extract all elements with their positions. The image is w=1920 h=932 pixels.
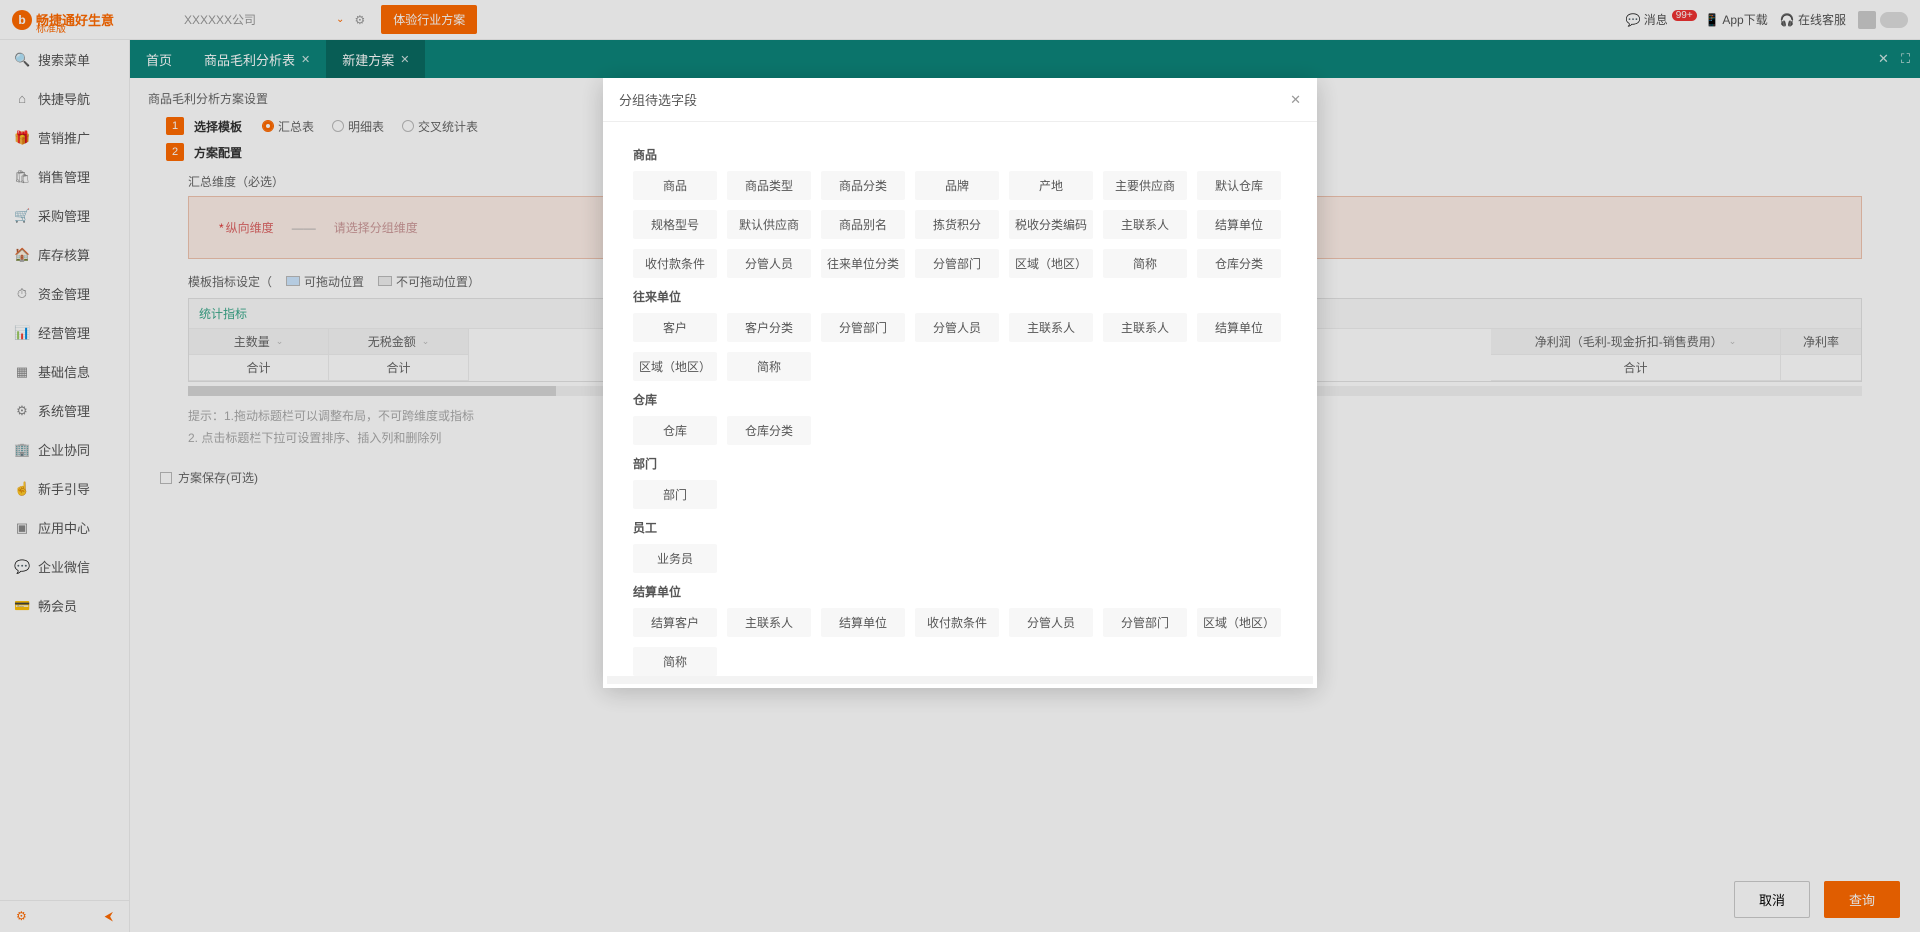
field-chip[interactable]: 商品分类 xyxy=(821,171,905,200)
field-chip[interactable]: 结算单位 xyxy=(1197,313,1281,342)
field-group-title: 仓库 xyxy=(633,391,1297,408)
field-chip[interactable]: 主联系人 xyxy=(1103,210,1187,239)
field-group-title: 商品 xyxy=(633,146,1297,163)
field-chip[interactable]: 分管人员 xyxy=(1009,608,1093,637)
field-chip[interactable]: 客户分类 xyxy=(727,313,811,342)
field-chip[interactable]: 区域（地区） xyxy=(1197,608,1281,637)
field-chip[interactable]: 仓库 xyxy=(633,416,717,445)
modal-body: 商品商品商品类型商品分类品牌产地主要供应商默认仓库规格型号默认供应商商品别名拣货… xyxy=(603,122,1317,676)
field-chip[interactable]: 产地 xyxy=(1009,171,1093,200)
field-chip[interactable]: 收付款条件 xyxy=(915,608,999,637)
field-chip[interactable]: 主联系人 xyxy=(1009,313,1093,342)
field-chip[interactable]: 分管部门 xyxy=(915,249,999,278)
field-chip[interactable]: 往来单位分类 xyxy=(821,249,905,278)
field-chip[interactable]: 默认供应商 xyxy=(727,210,811,239)
field-chip[interactable]: 品牌 xyxy=(915,171,999,200)
field-chip[interactable]: 客户 xyxy=(633,313,717,342)
field-chip[interactable]: 仓库分类 xyxy=(727,416,811,445)
field-chip[interactable]: 默认仓库 xyxy=(1197,171,1281,200)
modal-mask: 分组待选字段 ✕ 商品商品商品类型商品分类品牌产地主要供应商默认仓库规格型号默认… xyxy=(0,0,1920,932)
field-chip-row: 部门 xyxy=(633,480,1297,509)
field-chip[interactable]: 商品 xyxy=(633,171,717,200)
field-chip[interactable]: 税收分类编码 xyxy=(1009,210,1093,239)
field-chip[interactable]: 收付款条件 xyxy=(633,249,717,278)
field-chip[interactable]: 结算单位 xyxy=(821,608,905,637)
field-chip[interactable]: 主联系人 xyxy=(727,608,811,637)
field-chip[interactable]: 主联系人 xyxy=(1103,313,1187,342)
field-picker-modal: 分组待选字段 ✕ 商品商品商品类型商品分类品牌产地主要供应商默认仓库规格型号默认… xyxy=(603,78,1317,688)
field-chip[interactable]: 分管部门 xyxy=(821,313,905,342)
modal-title: 分组待选字段 xyxy=(619,90,697,109)
field-chip[interactable]: 仓库分类 xyxy=(1197,249,1281,278)
field-chip[interactable]: 区域（地区） xyxy=(1009,249,1093,278)
field-chip-row: 客户客户分类分管部门分管人员主联系人主联系人结算单位区域（地区）简称 xyxy=(633,313,1297,381)
modal-close-icon[interactable]: ✕ xyxy=(1290,92,1301,108)
field-chip[interactable]: 商品别名 xyxy=(821,210,905,239)
field-chip[interactable]: 分管人员 xyxy=(727,249,811,278)
field-chip[interactable]: 分管人员 xyxy=(915,313,999,342)
modal-bottom-scroll[interactable] xyxy=(607,676,1313,684)
field-group-title: 员工 xyxy=(633,519,1297,536)
field-chip[interactable]: 结算单位 xyxy=(1197,210,1281,239)
field-chip-row: 商品商品类型商品分类品牌产地主要供应商默认仓库规格型号默认供应商商品别名拣货积分… xyxy=(633,171,1297,278)
field-chip[interactable]: 结算客户 xyxy=(633,608,717,637)
field-chip[interactable]: 区域（地区） xyxy=(633,352,717,381)
field-group-title: 往来单位 xyxy=(633,288,1297,305)
modal-header: 分组待选字段 ✕ xyxy=(603,78,1317,122)
field-chip[interactable]: 商品类型 xyxy=(727,171,811,200)
field-chip[interactable]: 简称 xyxy=(727,352,811,381)
field-chip[interactable]: 部门 xyxy=(633,480,717,509)
field-chip-row: 结算客户主联系人结算单位收付款条件分管人员分管部门区域（地区） 简称 xyxy=(633,608,1297,676)
field-group-title: 结算单位 xyxy=(633,583,1297,600)
field-chip[interactable]: 规格型号 xyxy=(633,210,717,239)
field-chip-row: 业务员 xyxy=(633,544,1297,573)
field-chip[interactable]: 拣货积分 xyxy=(915,210,999,239)
field-chip[interactable]: 简称 xyxy=(1103,249,1187,278)
field-chip[interactable]: 主要供应商 xyxy=(1103,171,1187,200)
field-chip[interactable]: 简称 xyxy=(633,647,717,676)
field-chip-row: 仓库仓库分类 xyxy=(633,416,1297,445)
field-chip[interactable]: 分管部门 xyxy=(1103,608,1187,637)
field-group-title: 部门 xyxy=(633,455,1297,472)
field-chip[interactable]: 业务员 xyxy=(633,544,717,573)
